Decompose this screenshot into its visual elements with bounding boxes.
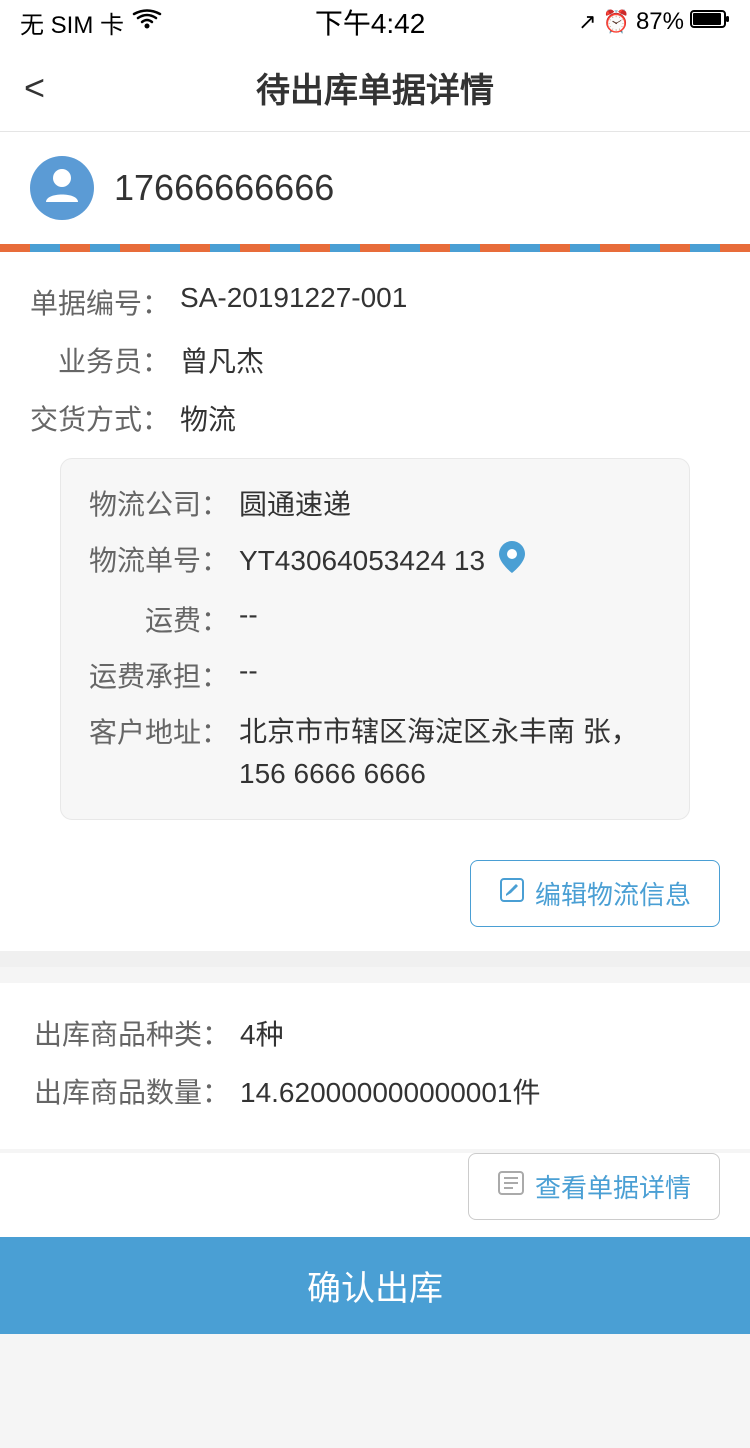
logistics-card: 物流公司： 圆通速递 物流单号： YT43064053424 13 运费： (60, 458, 690, 820)
document-number-row: 单据编号： SA-20191227-001 (30, 282, 720, 322)
customer-phone: 17666666666 (114, 167, 334, 209)
address-value: 北京市市辖区海淀区永丰南 张，156 6666 6666 (239, 711, 661, 795)
wifi-icon (132, 8, 162, 37)
freight-bear-label: 运费承担： (89, 655, 229, 695)
logistics-tracking-row: 物流单号： YT43064053424 13 (89, 539, 661, 583)
sales-person-row: 业务员： 曾凡杰 (30, 340, 720, 380)
goods-section: 出库商品种类： 4种 出库商品数量： 14.620000000000001件 (0, 983, 750, 1149)
battery-icon (690, 8, 730, 37)
view-detail-button[interactable]: 查看单据详情 (468, 1153, 720, 1220)
carrier-text: 无 SIM 卡 (20, 5, 124, 40)
status-left: 无 SIM 卡 (20, 5, 162, 40)
document-info-section: 单据编号： SA-20191227-001 业务员： 曾凡杰 交货方式： 物流 … (0, 252, 750, 860)
delivery-method-value: 物流 (180, 398, 720, 438)
edit-logistics-button[interactable]: 编辑物流信息 (470, 860, 720, 927)
freight-bear-row: 运费承担： -- (89, 655, 661, 695)
edit-btn-row: 编辑物流信息 (0, 860, 750, 951)
delivery-method-label: 交货方式： (30, 398, 170, 438)
logistics-company-label: 物流公司： (89, 483, 229, 523)
address-row: 客户地址： 北京市市辖区海淀区永丰南 张，156 6666 6666 (89, 711, 661, 795)
sales-person-label: 业务员： (30, 340, 170, 380)
page-title: 待出库单据详情 (256, 63, 494, 112)
confirm-btn-container: 确认出库 (0, 1237, 750, 1334)
goods-type-value: 4种 (240, 1013, 720, 1053)
location-status-icon: ↗ (578, 9, 596, 35)
avatar (30, 156, 94, 220)
tracking-location-icon[interactable] (497, 539, 527, 583)
status-bar: 无 SIM 卡 下午4:42 ↗ ⏰ 87% (0, 0, 750, 44)
status-right: ↗ ⏰ 87% (578, 8, 730, 37)
sales-person-value: 曾凡杰 (180, 340, 720, 380)
freight-row: 运费： -- (89, 599, 661, 639)
address-label: 客户地址： (89, 711, 229, 751)
nav-bar: < 待出库单据详情 (0, 44, 750, 132)
logistics-company-value: 圆通速递 (239, 483, 661, 523)
edit-logistics-label: 编辑物流信息 (535, 875, 691, 912)
customer-header: 17666666666 (0, 132, 750, 244)
goods-type-label: 出库商品种类： (30, 1013, 230, 1053)
delivery-method-row: 交货方式： 物流 (30, 398, 720, 438)
freight-bear-value: -- (239, 655, 661, 687)
battery-percent: 87% (636, 8, 684, 36)
goods-type-row: 出库商品种类： 4种 (30, 1013, 720, 1053)
goods-qty-label: 出库商品数量： (30, 1071, 230, 1111)
alarm-icon: ⏰ (603, 9, 630, 35)
back-button[interactable]: < (24, 67, 45, 109)
freight-value: -- (239, 599, 661, 631)
detail-btn-row: 查看单据详情 (0, 1153, 750, 1248)
confirm-outbound-button[interactable]: 确认出库 (307, 1261, 443, 1310)
edit-icon (499, 877, 525, 910)
user-icon (42, 164, 82, 213)
document-number-label: 单据编号： (30, 282, 170, 322)
logistics-company-row: 物流公司： 圆通速递 (89, 483, 661, 523)
gray-divider-1 (0, 951, 750, 967)
dashed-divider (0, 244, 750, 252)
freight-label: 运费： (89, 599, 229, 639)
logistics-tracking-label: 物流单号： (89, 539, 229, 579)
status-time: 下午4:42 (315, 2, 426, 42)
goods-qty-value: 14.620000000000001件 (240, 1071, 720, 1111)
view-detail-label: 查看单据详情 (535, 1168, 691, 1205)
detail-icon (497, 1170, 525, 1203)
goods-qty-row: 出库商品数量： 14.620000000000001件 (30, 1071, 720, 1111)
logistics-tracking-value: YT43064053424 13 (239, 539, 661, 583)
document-number-value: SA-20191227-001 (180, 282, 720, 314)
